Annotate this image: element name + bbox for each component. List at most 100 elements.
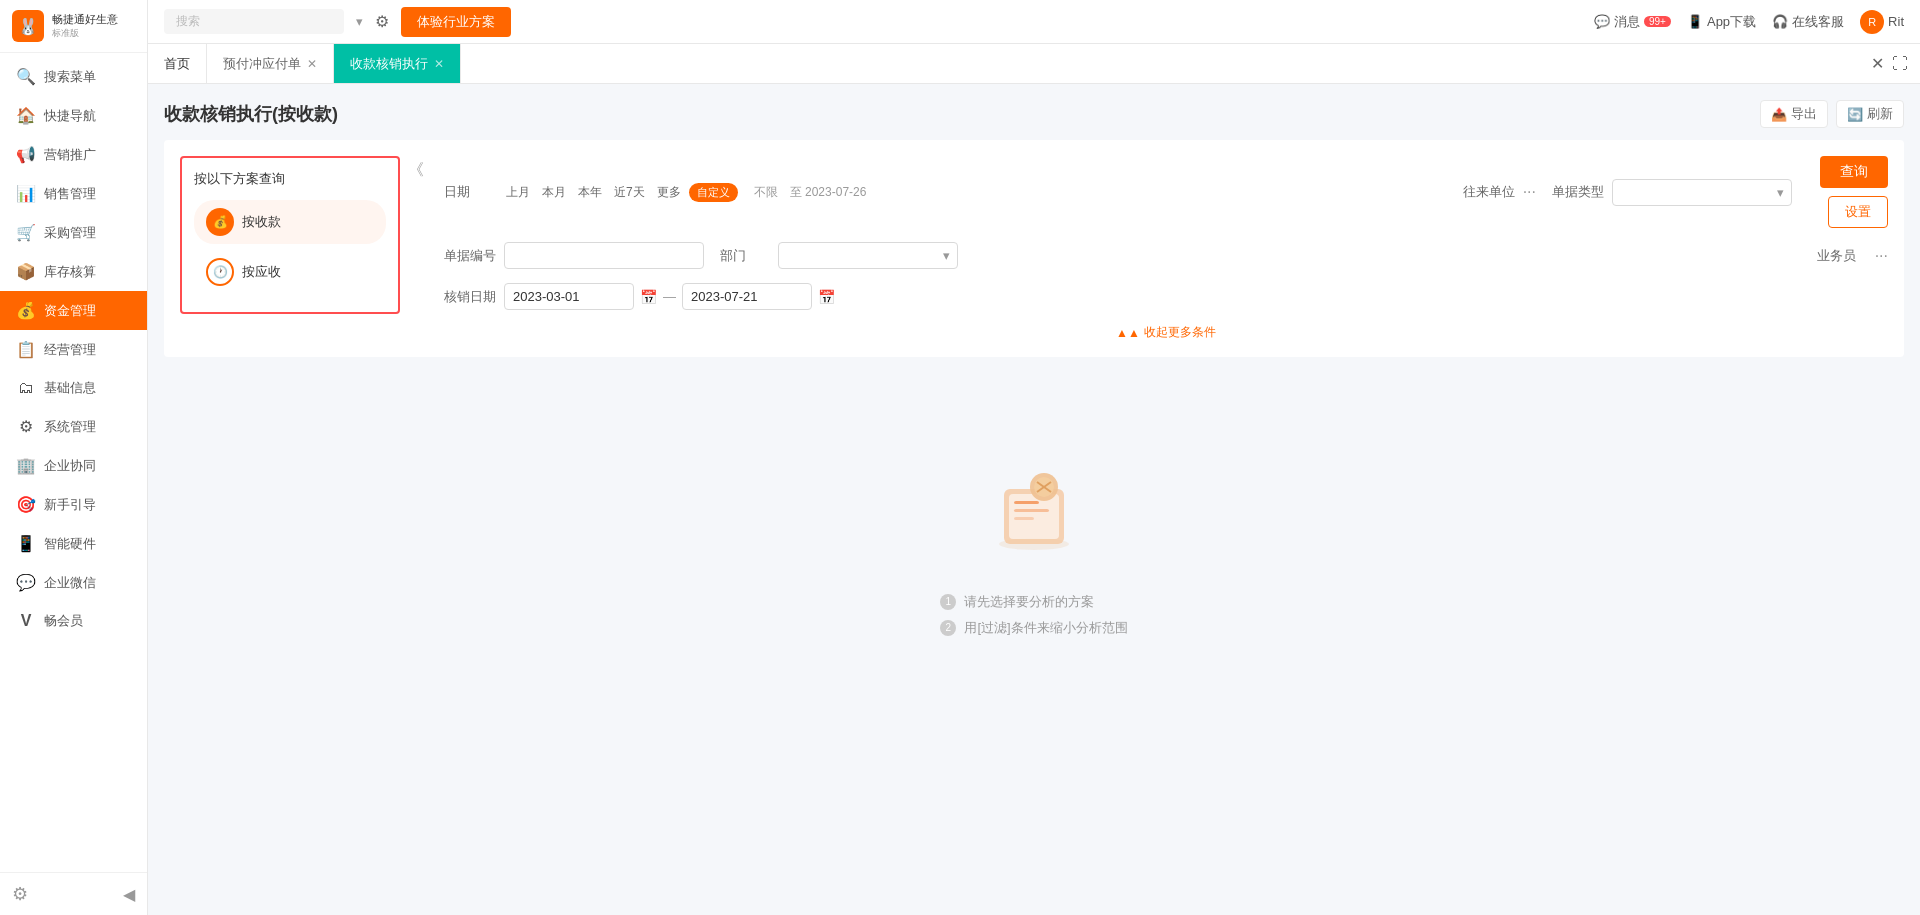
tab-receipt-writeoff[interactable]: 收款核销执行 ✕ bbox=[334, 44, 461, 83]
department-select[interactable] bbox=[778, 242, 958, 269]
user-name-label: Rit bbox=[1888, 14, 1904, 29]
filter-option-by-receipt[interactable]: 💰 按收款 bbox=[194, 200, 386, 244]
writeoff-date-end-input[interactable] bbox=[682, 283, 812, 310]
tab-home[interactable]: 首页 bbox=[148, 44, 207, 83]
sidebar-item-basic[interactable]: 🗂 基础信息 bbox=[0, 369, 147, 407]
user-name-btn[interactable]: R Rit bbox=[1860, 10, 1904, 34]
salesperson-select-btn[interactable]: ··· bbox=[1875, 247, 1888, 265]
header-dropdown-icon[interactable]: ▾ bbox=[356, 14, 363, 29]
sidebar-item-label: 系统管理 bbox=[44, 418, 96, 436]
tab-home-label: 首页 bbox=[164, 55, 190, 73]
filter-row-1: 日期 上月 本月 本年 近7天 更多 自定义 不限 bbox=[444, 156, 1888, 228]
system-icon: ⚙ bbox=[16, 417, 36, 436]
sidebar-item-label: 基础信息 bbox=[44, 379, 96, 397]
online-service-btn[interactable]: 🎧 在线客服 bbox=[1772, 13, 1844, 31]
export-btn[interactable]: 📤 导出 bbox=[1760, 100, 1828, 128]
doc-type-select[interactable] bbox=[1612, 179, 1792, 206]
collapse-more-btn[interactable]: ▲▲ 收起更多条件 bbox=[1116, 324, 1216, 341]
sidebar-item-purchase[interactable]: 🛒 采购管理 bbox=[0, 213, 147, 252]
date-shortcut-more[interactable]: 更多 bbox=[653, 182, 685, 203]
sidebar-item-label: 畅会员 bbox=[44, 612, 83, 630]
logo-icon: 🐰 bbox=[12, 10, 44, 42]
settings-footer-icon[interactable]: ⚙ bbox=[12, 883, 28, 905]
tab-receipt-writeoff-close-icon[interactable]: ✕ bbox=[434, 57, 444, 71]
industry-btn[interactable]: 体验行业方案 bbox=[401, 7, 511, 37]
tab-fullscreen-icon[interactable]: ⛶ bbox=[1892, 55, 1908, 73]
filter-option-by-receivable[interactable]: 🕐 按应收 bbox=[194, 250, 386, 294]
collapse-more-area: ▲▲ 收起更多条件 bbox=[444, 324, 1888, 341]
tab-close-all-icon[interactable]: ✕ bbox=[1871, 54, 1884, 73]
sidebar-item-marketing[interactable]: 📢 营销推广 bbox=[0, 135, 147, 174]
sidebar-item-search[interactable]: 🔍 搜索菜单 bbox=[0, 57, 147, 96]
tip-num-1: 1 bbox=[940, 594, 956, 610]
sidebar-item-finance[interactable]: 💰 资金管理 bbox=[0, 291, 147, 330]
date-shortcut-7days[interactable]: 近7天 bbox=[610, 182, 649, 203]
export-icon: 📤 bbox=[1771, 107, 1787, 122]
doc-type-select-wrapper bbox=[1612, 179, 1792, 206]
export-label: 导出 bbox=[1791, 105, 1817, 123]
sidebar-item-label: 新手引导 bbox=[44, 496, 96, 514]
logo-area: 🐰 畅捷通好生意 标准版 bbox=[0, 0, 147, 53]
sidebar-item-enterprise[interactable]: 🏢 企业协同 bbox=[0, 446, 147, 485]
empty-tip-1: 1 请先选择要分析的方案 bbox=[940, 589, 1127, 615]
sidebar-item-member[interactable]: V 畅会员 bbox=[0, 602, 147, 640]
header-gear-icon[interactable]: ⚙ bbox=[375, 12, 389, 31]
filter-panel: 按以下方案查询 💰 按收款 🕐 按应收 《 bbox=[164, 140, 1904, 357]
writeoff-date-input-group: 📅 — 📅 bbox=[504, 283, 835, 310]
app-download-btn[interactable]: 📱 App下载 bbox=[1687, 13, 1756, 31]
writeoff-date-end-calendar-icon[interactable]: 📅 bbox=[818, 289, 835, 305]
message-btn[interactable]: 💬 消息 99+ bbox=[1594, 13, 1671, 31]
by-receipt-label: 按收款 bbox=[242, 213, 281, 231]
sidebar-item-hardware[interactable]: 📱 智能硬件 bbox=[0, 524, 147, 563]
collapse-sidebar-icon[interactable]: ◀ bbox=[123, 885, 135, 904]
online-service-icon: 🎧 bbox=[1772, 14, 1788, 29]
empty-tip-2: 2 用[过滤]条件来缩小分析范围 bbox=[940, 615, 1127, 641]
purchase-icon: 🛒 bbox=[16, 223, 36, 242]
svg-rect-3 bbox=[1014, 501, 1039, 504]
filter-actions: 查询 设置 bbox=[1808, 156, 1888, 228]
date-filter-item: 日期 上月 本月 本年 近7天 更多 自定义 bbox=[444, 182, 738, 203]
tip-text-2: 用[过滤]条件来缩小分析范围 bbox=[964, 615, 1127, 641]
sidebar-item-label: 快捷导航 bbox=[44, 107, 96, 125]
sidebar-item-quicknav[interactable]: 🏠 快捷导航 bbox=[0, 96, 147, 135]
tip-text-1: 请先选择要分析的方案 bbox=[964, 589, 1094, 615]
sidebar-item-system[interactable]: ⚙ 系统管理 bbox=[0, 407, 147, 446]
date-shortcut-thismonth[interactable]: 本月 bbox=[538, 182, 570, 203]
date-shortcut-lastmonth[interactable]: 上月 bbox=[502, 182, 534, 203]
sidebar-item-guide[interactable]: 🎯 新手引导 bbox=[0, 485, 147, 524]
writeoff-date-separator: — bbox=[663, 289, 676, 304]
writeoff-date-start-calendar-icon[interactable]: 📅 bbox=[640, 289, 657, 305]
date-shortcut-thisyear[interactable]: 本年 bbox=[574, 182, 606, 203]
sidebar-item-label: 企业微信 bbox=[44, 574, 96, 592]
page-title: 收款核销执行(按收款) bbox=[164, 102, 338, 126]
sidebar-item-inventory[interactable]: 📦 库存核算 bbox=[0, 252, 147, 291]
date-shortcut-custom[interactable]: 自定义 bbox=[689, 183, 738, 202]
collapse-more-label: 收起更多条件 bbox=[1144, 324, 1216, 341]
refresh-icon: 🔄 bbox=[1847, 107, 1863, 122]
sidebar-item-label: 营销推广 bbox=[44, 146, 96, 164]
sidebar-item-operation[interactable]: 📋 经营管理 bbox=[0, 330, 147, 369]
basic-icon: 🗂 bbox=[16, 379, 36, 397]
wechat-icon: 💬 bbox=[16, 573, 36, 592]
tab-prepay[interactable]: 预付冲应付单 ✕ bbox=[207, 44, 334, 83]
refresh-btn[interactable]: 🔄 刷新 bbox=[1836, 100, 1904, 128]
message-icon: 💬 bbox=[1594, 14, 1610, 29]
query-btn[interactable]: 查询 bbox=[1820, 156, 1888, 188]
svg-rect-2 bbox=[1009, 494, 1059, 539]
doc-number-input[interactable] bbox=[504, 242, 704, 269]
counterpart-select-btn[interactable]: ··· bbox=[1523, 183, 1536, 201]
filter-collapse-icon[interactable]: 《 bbox=[404, 156, 428, 185]
search-menu-icon: 🔍 bbox=[16, 67, 36, 86]
logo-badge: 标准版 bbox=[52, 27, 118, 40]
sidebar-item-sales[interactable]: 📊 销售管理 bbox=[0, 174, 147, 213]
date-shortcuts: 上月 本月 本年 近7天 更多 自定义 bbox=[502, 182, 738, 203]
salesperson-filter-item: 业务员 ··· bbox=[1817, 247, 1888, 265]
date-range-separator: 至 2023-07-26 bbox=[790, 184, 867, 201]
writeoff-date-start-input[interactable] bbox=[504, 283, 634, 310]
tab-controls: ✕ ⛶ bbox=[1859, 44, 1920, 83]
sidebar-item-wechat[interactable]: 💬 企业微信 bbox=[0, 563, 147, 602]
app-download-icon: 📱 bbox=[1687, 14, 1703, 29]
date-label: 日期 bbox=[444, 183, 494, 201]
settings-btn[interactable]: 设置 bbox=[1828, 196, 1888, 228]
tab-prepay-close-icon[interactable]: ✕ bbox=[307, 57, 317, 71]
